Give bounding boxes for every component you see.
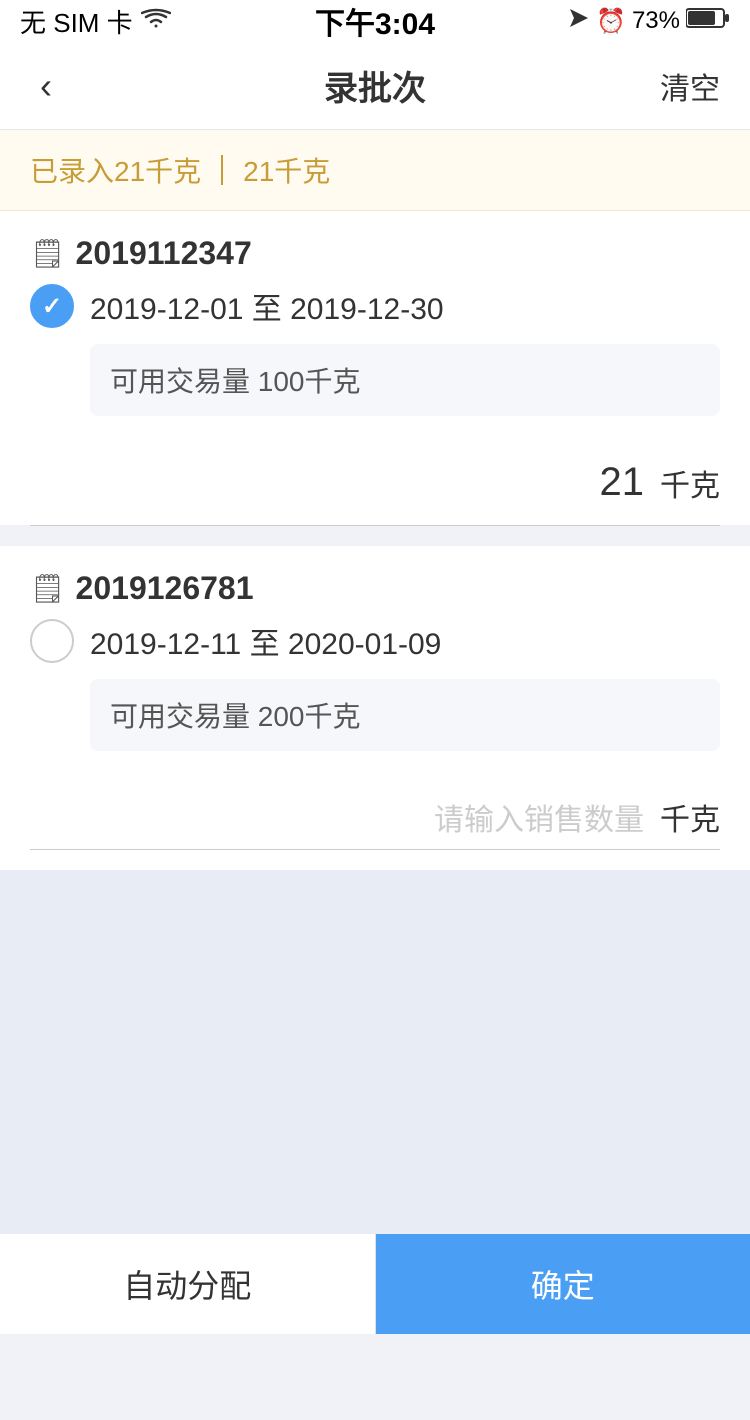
batch1-header: 🗒 2019112347 — [30, 235, 720, 272]
section-separator — [0, 526, 750, 546]
nav-bar: ‹ 录批次 清空 — [0, 42, 750, 130]
banner-divider — [221, 155, 223, 185]
batch1-date-row: 2019-12-01 至 2019-12-30 — [30, 284, 720, 328]
total-label: 21千克 — [243, 150, 330, 190]
batch2-input-row: 请输入销售数量 千克 — [0, 775, 750, 870]
batch2-radio[interactable] — [30, 619, 74, 663]
batch2-id: 2019126781 — [76, 570, 254, 607]
batch2-date: 2019-12-11 至 2020-01-09 — [90, 619, 441, 663]
batch-item-2: 🗒 2019126781 2019-12-11 至 2020-01-09 可用交… — [0, 546, 750, 775]
batch2-header: 🗒 2019126781 — [30, 570, 720, 607]
auto-distribute-button[interactable]: 自动分配 — [0, 1234, 376, 1334]
batch1-icon: 🗒 — [30, 237, 66, 270]
back-button[interactable]: ‹ — [30, 55, 62, 117]
batch2-icon: 🗒 — [30, 572, 66, 605]
batch1-qty-value[interactable]: 21 — [600, 460, 645, 505]
status-time: 下午3:04 — [315, 0, 435, 43]
page-title: 录批次 — [324, 61, 426, 110]
batch1-date: 2019-12-01 至 2019-12-30 — [90, 284, 444, 328]
info-banner: 已录入21千克 21千克 — [0, 130, 750, 211]
batch2-input-inner: 请输入销售数量 千克 — [30, 795, 720, 850]
battery-percent: 73% — [632, 7, 680, 35]
batch1-qty-unit: 千克 — [660, 461, 720, 505]
batch2-input-placeholder[interactable]: 请输入销售数量 — [434, 795, 644, 839]
batch1-available: 可用交易量 100千克 — [90, 344, 720, 416]
status-left: 无 SIM 卡 — [20, 3, 171, 40]
batch1-radio[interactable] — [30, 284, 74, 328]
bottom-bar: 自动分配 确定 — [0, 1234, 750, 1334]
status-right: ⏰ 73% — [568, 7, 730, 36]
clock-icon: ⏰ — [596, 7, 626, 36]
recorded-label: 已录入21千克 — [30, 150, 201, 190]
wifi-icon — [141, 6, 171, 37]
batch-item-1: 🗒 2019112347 2019-12-01 至 2019-12-30 可用交… — [0, 211, 750, 440]
batch1-id: 2019112347 — [76, 235, 252, 272]
clear-button[interactable]: 清空 — [660, 64, 720, 108]
confirm-button[interactable]: 确定 — [376, 1234, 750, 1334]
status-bar: 无 SIM 卡 下午3:04 ⏰ 73% — [0, 0, 750, 42]
batch2-available: 可用交易量 200千克 — [90, 679, 720, 751]
batch2-unit: 千克 — [660, 795, 720, 839]
battery-icon — [686, 7, 730, 36]
sim-text: 无 SIM 卡 — [20, 3, 133, 40]
batch1-qty-row: 21 千克 — [0, 440, 750, 525]
location-icon — [568, 7, 590, 36]
batch2-date-row: 2019-12-11 至 2020-01-09 — [30, 619, 720, 663]
